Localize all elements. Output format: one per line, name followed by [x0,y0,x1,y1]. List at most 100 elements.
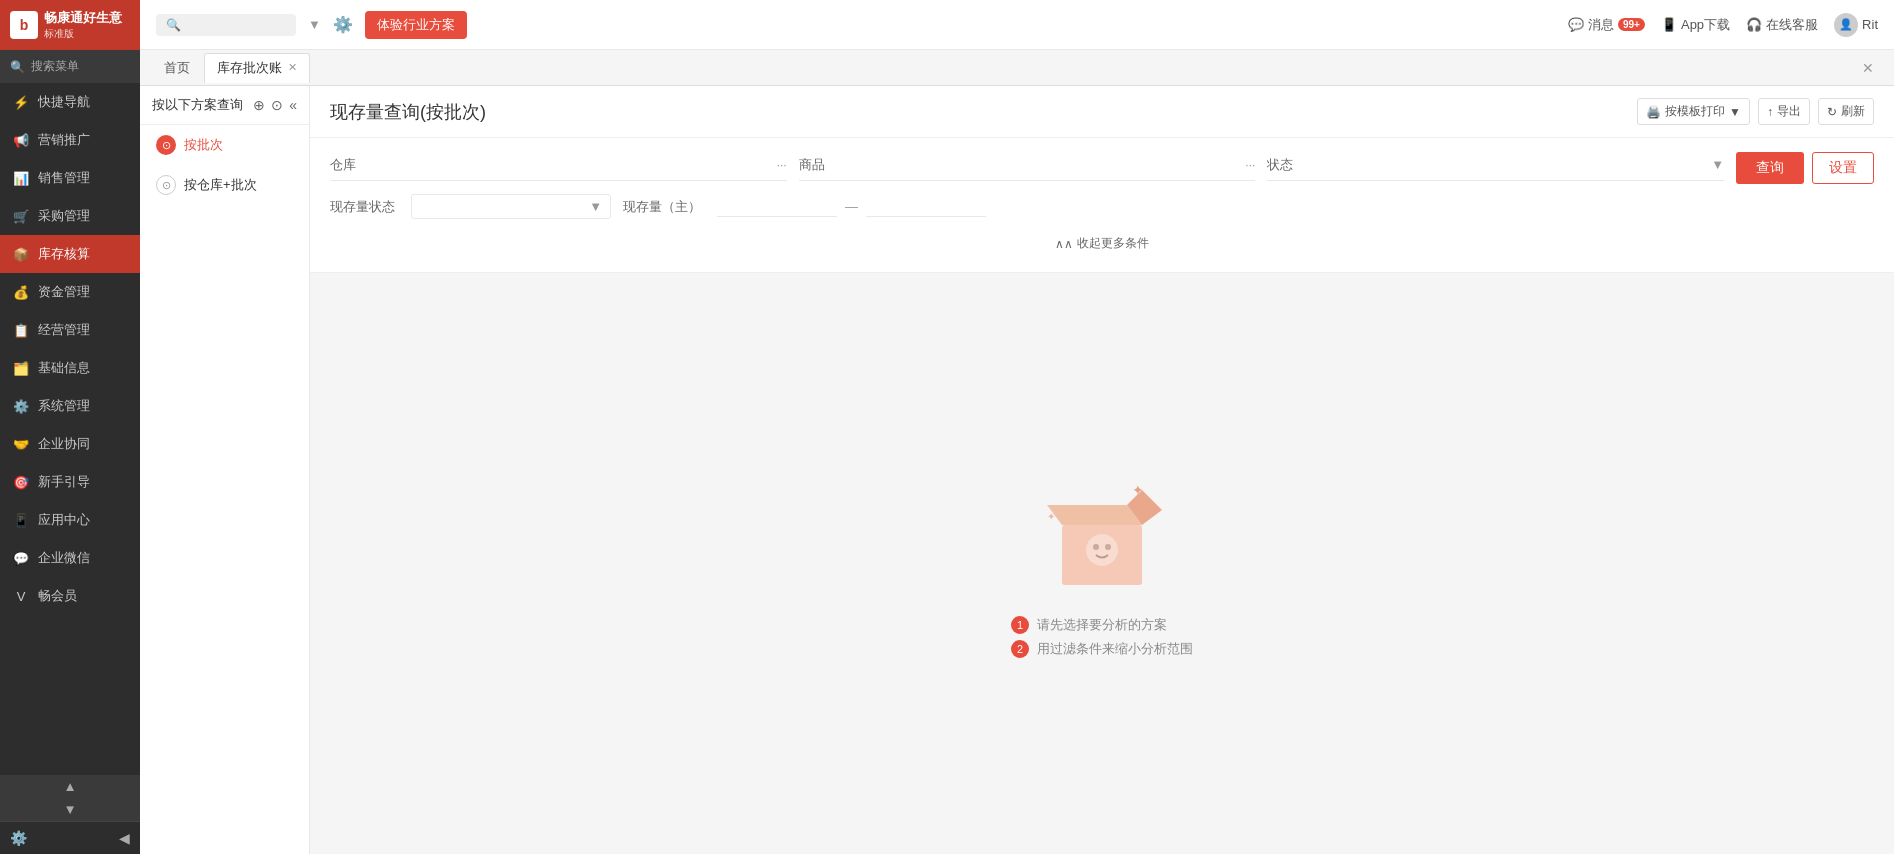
settings-icon[interactable]: ⚙️ [10,830,27,846]
sidebar-item-inventory[interactable]: 📦 库存核算 [0,235,140,273]
scheme-item-by-batch[interactable]: ⊙ 按批次 [140,125,309,165]
sidebar-item-wechat[interactable]: 💬 企业微信 [0,539,140,577]
sidebar-item-label: 系统管理 [38,397,90,415]
sidebar-header: b 畅康通好生意 标准版 [0,0,140,50]
sidebar-item-label: 采购管理 [38,207,90,225]
system-icon: ⚙️ [12,397,30,415]
sidebar-company-info: 畅康通好生意 标准版 [44,10,122,40]
warehouse-more-icon[interactable]: ··· [777,158,787,172]
tab-close-icon[interactable]: ✕ [288,61,297,74]
warehouse-filter-input[interactable] [364,157,773,172]
empty-step-2: 2 用过滤条件来缩小分析范围 [1011,640,1193,658]
export-label: 导出 [1777,103,1801,120]
user-name: Rit [1862,17,1878,32]
status-filter-label: 状态 [1267,156,1293,174]
collapse-label: 收起更多条件 [1077,235,1149,252]
status-filter-input[interactable] [1301,157,1711,172]
purchase-icon: 🛒 [12,207,30,225]
guide-icon: 🎯 [12,473,30,491]
sidebar-item-label: 企业协同 [38,435,90,453]
search-icon: 🔍 [10,60,25,74]
print-template-button[interactable]: 🖨️ 按模板打印 ▼ [1637,98,1750,125]
sidebar-item-label: 应用中心 [38,511,90,529]
gear-icon[interactable]: ⚙️ [333,15,353,34]
page-actions: 🖨️ 按模板打印 ▼ ↑ 导出 ↻ 刷新 [1637,98,1874,125]
sidebar-item-finance[interactable]: 💰 资金管理 [0,273,140,311]
phone-icon: 📱 [1661,17,1677,32]
sidebar-item-appstore[interactable]: 📱 应用中心 [0,501,140,539]
dropdown-icon[interactable]: ▼ [308,17,321,32]
warehouse-filter-label: 仓库 [330,156,356,174]
stock-qty-max-input[interactable] [866,197,986,217]
collapse-bar[interactable]: ∧∧ 收起更多条件 [330,229,1874,258]
sidebar-search[interactable]: 🔍 搜索菜单 [0,50,140,83]
collapse-icon[interactable]: ◀ [119,830,130,846]
headset-icon: 🎧 [1746,17,1762,32]
top-bar-search-box[interactable]: 🔍 [156,14,296,36]
sidebar-item-sales[interactable]: 📊 销售管理 [0,159,140,197]
query-button[interactable]: 查询 [1736,152,1804,184]
sidebar-item-operations[interactable]: 📋 经营管理 [0,311,140,349]
goods-filter-input[interactable] [833,157,1242,172]
marketing-icon: 📢 [12,131,30,149]
filter-stock-quantity: 现存量（主） — [623,197,986,217]
stock-status-label: 现存量状态 [330,198,395,216]
user-avatar-item[interactable]: 👤 Rit [1834,13,1878,37]
stock-status-select[interactable]: ▼ [411,194,611,219]
sidebar-scroll-up[interactable]: ▲ [0,775,140,798]
messages-label: 消息 [1588,16,1614,34]
svg-text:✦: ✦ [1132,482,1144,498]
svg-point-5 [1105,544,1111,550]
online-service-item[interactable]: 🎧 在线客服 [1746,16,1818,34]
empty-steps: 1 请先选择要分析的方案 2 用过滤条件来缩小分析范围 [1011,616,1193,658]
filter-area: 仓库 ··· 商品 ··· 状态 ▼ [310,138,1894,273]
goods-more-icon[interactable]: ··· [1245,158,1255,172]
export-button[interactable]: ↑ 导出 [1758,98,1810,125]
refresh-label: 刷新 [1841,103,1865,120]
app-download-label: App下载 [1681,16,1730,34]
enterprise-icon: 🤝 [12,435,30,453]
sidebar-item-guide[interactable]: 🎯 新手引导 [0,463,140,501]
trial-button[interactable]: 体验行业方案 [365,11,467,39]
sidebar-scroll-down[interactable]: ▼ [0,798,140,821]
sidebar-item-label: 快捷导航 [38,93,90,111]
tab-inventory-batch[interactable]: 库存批次账 ✕ [204,53,310,83]
tab-home[interactable]: 首页 [152,53,202,83]
refresh-button[interactable]: ↻ 刷新 [1818,98,1874,125]
settings-scheme-icon[interactable]: ⊙ [271,97,283,113]
print-dropdown-icon: ▼ [1729,105,1741,119]
stock-qty-min-input[interactable] [717,197,837,217]
printer-icon: 🖨️ [1646,105,1661,119]
sidebar-item-member[interactable]: V 畅会员 [0,577,140,615]
sidebar-item-basics[interactable]: 🗂️ 基础信息 [0,349,140,387]
add-scheme-icon[interactable]: ⊕ [253,97,265,113]
settings-button[interactable]: 设置 [1812,152,1874,184]
scheme-item-by-warehouse-batch[interactable]: ⊙ 按仓库+批次 [140,165,309,205]
tab-bar: 首页 库存批次账 ✕ ✕ [140,50,1894,86]
export-icon: ↑ [1767,105,1773,119]
sidebar-item-label: 畅会员 [38,587,77,605]
app-download-item[interactable]: 📱 App下载 [1661,16,1730,34]
sidebar-footer: ⚙️ ◀ [0,821,140,854]
status-dropdown-icon[interactable]: ▼ [1711,157,1724,172]
quick-nav-icon: ⚡ [12,93,30,111]
empty-svg: ✦ ✦ [1032,470,1172,600]
scheme-label: 按仓库+批次 [184,176,257,194]
messages-item[interactable]: 💬 消息 99+ [1568,16,1645,34]
svg-point-4 [1093,544,1099,550]
tab-home-label: 首页 [164,59,190,77]
sidebar-item-enterprise[interactable]: 🤝 企业协同 [0,425,140,463]
stock-qty-dash: — [845,199,858,214]
sidebar-item-label: 资金管理 [38,283,90,301]
tab-panel-close-icon[interactable]: ✕ [1854,60,1882,76]
left-panel-title: 按以下方案查询 [152,96,243,114]
collapse-panel-icon[interactable]: « [289,97,297,113]
sidebar-item-marketing[interactable]: 📢 营销推广 [0,121,140,159]
sidebar-item-purchase[interactable]: 🛒 采购管理 [0,197,140,235]
scheme-active-icon: ⊙ [156,135,176,155]
sidebar-item-quick-nav[interactable]: ⚡ 快捷导航 [0,83,140,121]
stock-status-arrow: ▼ [589,199,602,214]
finance-icon: 💰 [12,283,30,301]
sidebar-item-system[interactable]: ⚙️ 系统管理 [0,387,140,425]
page-title: 现存量查询(按批次) [330,100,486,124]
